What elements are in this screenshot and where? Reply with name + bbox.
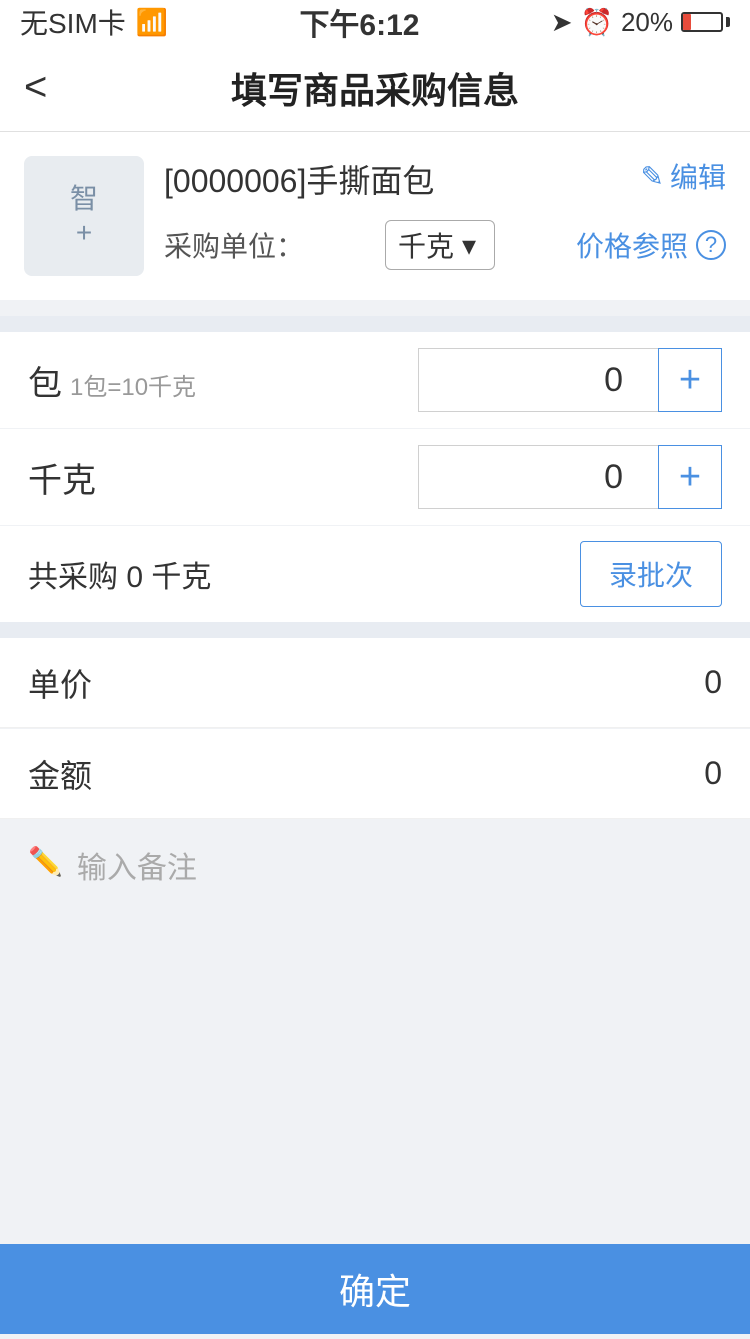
- product-info: [0000006]手撕面包 ✎ 编辑 采购单位： 千克 ▾ 价格参照 ?: [164, 156, 726, 270]
- product-logo: 智 +: [70, 182, 98, 249]
- amount-label: 金额: [28, 751, 704, 797]
- edit-button[interactable]: ✎ 编辑: [641, 156, 726, 196]
- kg-label: 千克: [28, 453, 418, 502]
- price-ref-question-icon: ?: [696, 230, 726, 260]
- pencil-icon: ✏️: [28, 845, 63, 878]
- unit-value: 千克: [398, 225, 454, 265]
- batch-button[interactable]: 录批次: [580, 541, 722, 607]
- confirm-button[interactable]: 确定: [0, 1244, 750, 1334]
- amount-section: 金额 0: [0, 729, 750, 819]
- status-left: 无SIM卡 📶: [20, 2, 168, 42]
- confirm-label: 确定: [339, 1263, 411, 1315]
- bag-input-row: 包1包=10千克 +: [0, 332, 750, 428]
- summary-text: 共采购 0 千克: [28, 552, 211, 596]
- kg-section: 千克 +: [0, 429, 750, 525]
- kg-input-row: 千克 +: [0, 429, 750, 525]
- battery-indicator: [681, 12, 730, 32]
- product-thumbnail: 智 +: [24, 156, 144, 276]
- unit-price-value: 0: [704, 664, 722, 701]
- status-time: 下午6:12: [299, 0, 419, 44]
- edit-icon: ✎: [641, 160, 664, 193]
- unit-price-section: 单价 0: [0, 638, 750, 728]
- kg-quantity-input[interactable]: [418, 445, 658, 509]
- unit-price-row: 单价 0: [0, 638, 750, 728]
- remark-area[interactable]: ✏️ 输入备注: [0, 819, 750, 939]
- product-name: [0000006]手撕面包: [164, 156, 641, 202]
- unit-price-label: 单价: [28, 660, 704, 706]
- battery-pct: 20%: [621, 7, 673, 38]
- price-ref-label: 价格参照: [576, 225, 688, 265]
- nav-bar: < 填写商品采购信息: [0, 44, 750, 132]
- product-card: 智 + [0000006]手撕面包 ✎ 编辑 采购单位： 千克 ▾ 价格参照 ?: [0, 132, 750, 300]
- status-right: ➤ ⏰ 20%: [551, 7, 730, 38]
- alarm-icon: ⏰: [581, 7, 613, 38]
- remark-placeholder: 输入备注: [77, 843, 197, 887]
- separator-1: [0, 316, 750, 332]
- amount-value: 0: [704, 755, 722, 792]
- carrier-label: 无SIM卡: [20, 2, 126, 42]
- bag-section: 包1包=10千克 +: [0, 332, 750, 428]
- bag-quantity-input[interactable]: [418, 348, 658, 412]
- back-button[interactable]: <: [24, 65, 47, 110]
- wifi-icon: 📶: [136, 7, 168, 38]
- summary-row: 共采购 0 千克 录批次: [0, 526, 750, 622]
- kg-plus-button[interactable]: +: [658, 445, 722, 509]
- page-title: 填写商品采购信息: [231, 62, 519, 114]
- separator-2: [0, 622, 750, 638]
- bag-label: 包1包=10千克: [28, 356, 418, 405]
- kg-qty-wrap: +: [418, 445, 722, 509]
- price-ref-button[interactable]: 价格参照 ?: [576, 225, 726, 265]
- bag-qty-wrap: +: [418, 348, 722, 412]
- unit-select[interactable]: 千克 ▾: [385, 220, 495, 270]
- amount-row: 金额 0: [0, 729, 750, 819]
- location-icon: ➤: [551, 7, 573, 38]
- unit-label: 采购单位：: [164, 225, 304, 265]
- status-bar: 无SIM卡 📶 下午6:12 ➤ ⏰ 20%: [0, 0, 750, 44]
- bag-plus-button[interactable]: +: [658, 348, 722, 412]
- chevron-down-icon: ▾: [462, 229, 476, 262]
- bag-sublabel: 1包=10千克: [70, 374, 196, 401]
- edit-label: 编辑: [670, 156, 726, 196]
